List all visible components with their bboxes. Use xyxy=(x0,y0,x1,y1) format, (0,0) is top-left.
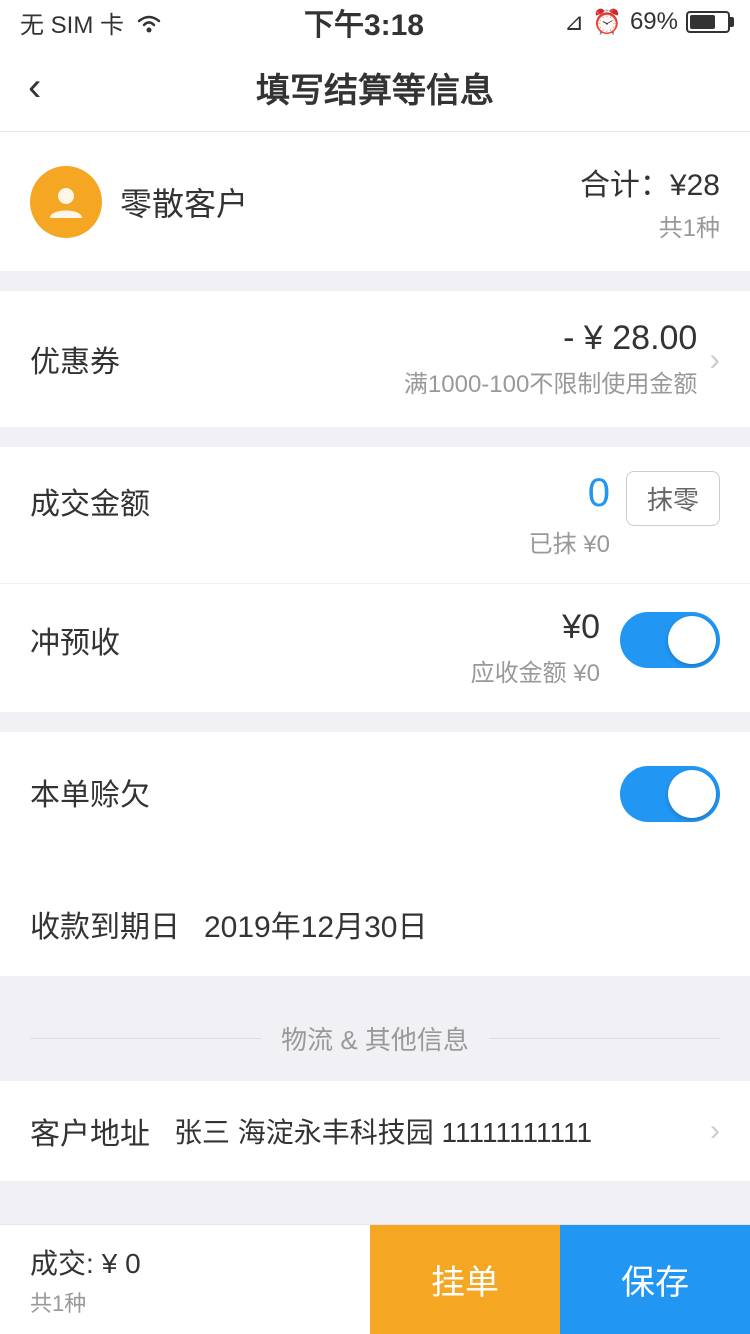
debt-toggle-thumb xyxy=(668,770,716,818)
pre-receive-toggle[interactable] xyxy=(620,612,720,668)
deal-amount-label: 成交金额 xyxy=(30,479,150,523)
bottom-bar: 成交: ¥ 0 共1种 挂单 保存 xyxy=(0,1224,750,1334)
bottom-count: 共1种 xyxy=(30,1286,340,1318)
customer-row: 零散客户 合计：¥28 共1种 xyxy=(0,132,750,271)
location-icon: ⊿ xyxy=(564,8,584,37)
total-count: 共1种 xyxy=(580,208,720,243)
coupon-value: - ¥ 28.00 xyxy=(404,319,697,358)
debt-row: 本单赊欠 xyxy=(0,732,750,852)
status-right: ⊿ ⏰ 69% xyxy=(564,8,730,37)
status-bar: 无 SIM 卡 下午3:18 ⊿ ⏰ 69% xyxy=(0,0,750,44)
pre-receive-amounts: ¥0 应收金额 ¥0 xyxy=(471,608,600,688)
alarm-icon: ⏰ xyxy=(592,8,622,37)
status-left: 无 SIM 卡 xyxy=(20,5,164,40)
pre-receive-value: ¥0 xyxy=(471,608,600,647)
nav-bar: ‹ 填写结算等信息 xyxy=(0,44,750,132)
battery-icon xyxy=(686,11,730,33)
coupon-chevron-icon: › xyxy=(709,341,720,378)
toggle-thumb xyxy=(668,616,716,664)
battery-percent: 69% xyxy=(630,8,678,36)
logistics-label-row: 物流 & 其他信息 xyxy=(30,1020,720,1057)
bottom-deal-value: ¥ 0 xyxy=(102,1248,141,1280)
coupon-section[interactable]: 优惠券 - ¥ 28.00 满1000-100不限制使用金额 › xyxy=(0,291,750,427)
transaction-section: 成交金额 0 已抹 ¥0 抹零 冲预收 ¥0 应收金额 ¥0 xyxy=(0,447,750,712)
deal-amount-right: 0 已抹 ¥0 抹零 xyxy=(529,471,720,559)
coupon-row[interactable]: 优惠券 - ¥ 28.00 满1000-100不限制使用金额 › xyxy=(0,291,750,427)
customer-total: 合计：¥28 共1种 xyxy=(580,160,720,243)
customer-name: 零散客户 xyxy=(120,179,248,225)
pre-receive-sub: 应收金额 ¥0 xyxy=(471,653,600,688)
bottom-deal-label: 成交: xyxy=(30,1242,94,1282)
hold-order-button[interactable]: 挂单 xyxy=(370,1225,560,1334)
bottom-info: 成交: ¥ 0 共1种 xyxy=(0,1242,370,1318)
sim-status: 无 SIM 卡 xyxy=(20,5,124,40)
deal-amount-value[interactable]: 0 xyxy=(529,471,610,516)
address-row[interactable]: 客户地址 张三 海淀永丰科技园 11111111111 › xyxy=(0,1081,750,1181)
debt-toggle[interactable] xyxy=(620,766,720,822)
date-row: 收款到期日 2019年12月30日 xyxy=(0,872,750,976)
deal-amount-sub: 已抹 ¥0 xyxy=(529,524,610,559)
due-date-label: 收款到期日 xyxy=(30,902,180,946)
due-date-value: 2019年12月30日 xyxy=(204,902,427,946)
round-zero-button[interactable]: 抹零 xyxy=(626,471,720,526)
logistics-line-right xyxy=(489,1038,720,1039)
deal-amount-row: 成交金额 0 已抹 ¥0 抹零 xyxy=(0,447,750,584)
customer-avatar xyxy=(30,166,102,238)
address-value: 张三 海淀永丰科技园 11111111111 xyxy=(174,1111,592,1151)
address-label: 客户地址 xyxy=(30,1109,150,1153)
pre-receive-right: ¥0 应收金额 ¥0 xyxy=(471,608,720,688)
logistics-label: 物流 & 其他信息 xyxy=(281,1020,469,1057)
content: 零散客户 合计：¥28 共1种 优惠券 - ¥ 28.00 满1000-100不… xyxy=(0,132,750,1321)
pre-receive-row: 冲预收 ¥0 应收金额 ¥0 xyxy=(0,584,750,712)
status-time: 下午3:18 xyxy=(304,0,424,44)
address-chevron-icon: › xyxy=(710,1114,720,1148)
page-title: 填写结算等信息 xyxy=(256,63,494,112)
debt-section: 本单赊欠 收款到期日 2019年12月30日 xyxy=(0,732,750,976)
address-section: 客户地址 张三 海淀永丰科技园 11111111111 › xyxy=(0,1081,750,1181)
logistics-divider: 物流 & 其他信息 xyxy=(0,996,750,1081)
logistics-line-left xyxy=(30,1038,261,1039)
wifi-icon xyxy=(134,11,164,33)
pre-receive-label: 冲预收 xyxy=(30,618,120,662)
coupon-label: 优惠券 xyxy=(30,337,120,381)
coupon-sub: 满1000-100不限制使用金额 xyxy=(404,364,697,399)
back-button[interactable]: ‹ xyxy=(28,65,41,110)
save-button[interactable]: 保存 xyxy=(560,1225,750,1334)
total-amount: 合计：¥28 xyxy=(580,160,720,204)
debt-label: 本单赊欠 xyxy=(30,770,150,814)
